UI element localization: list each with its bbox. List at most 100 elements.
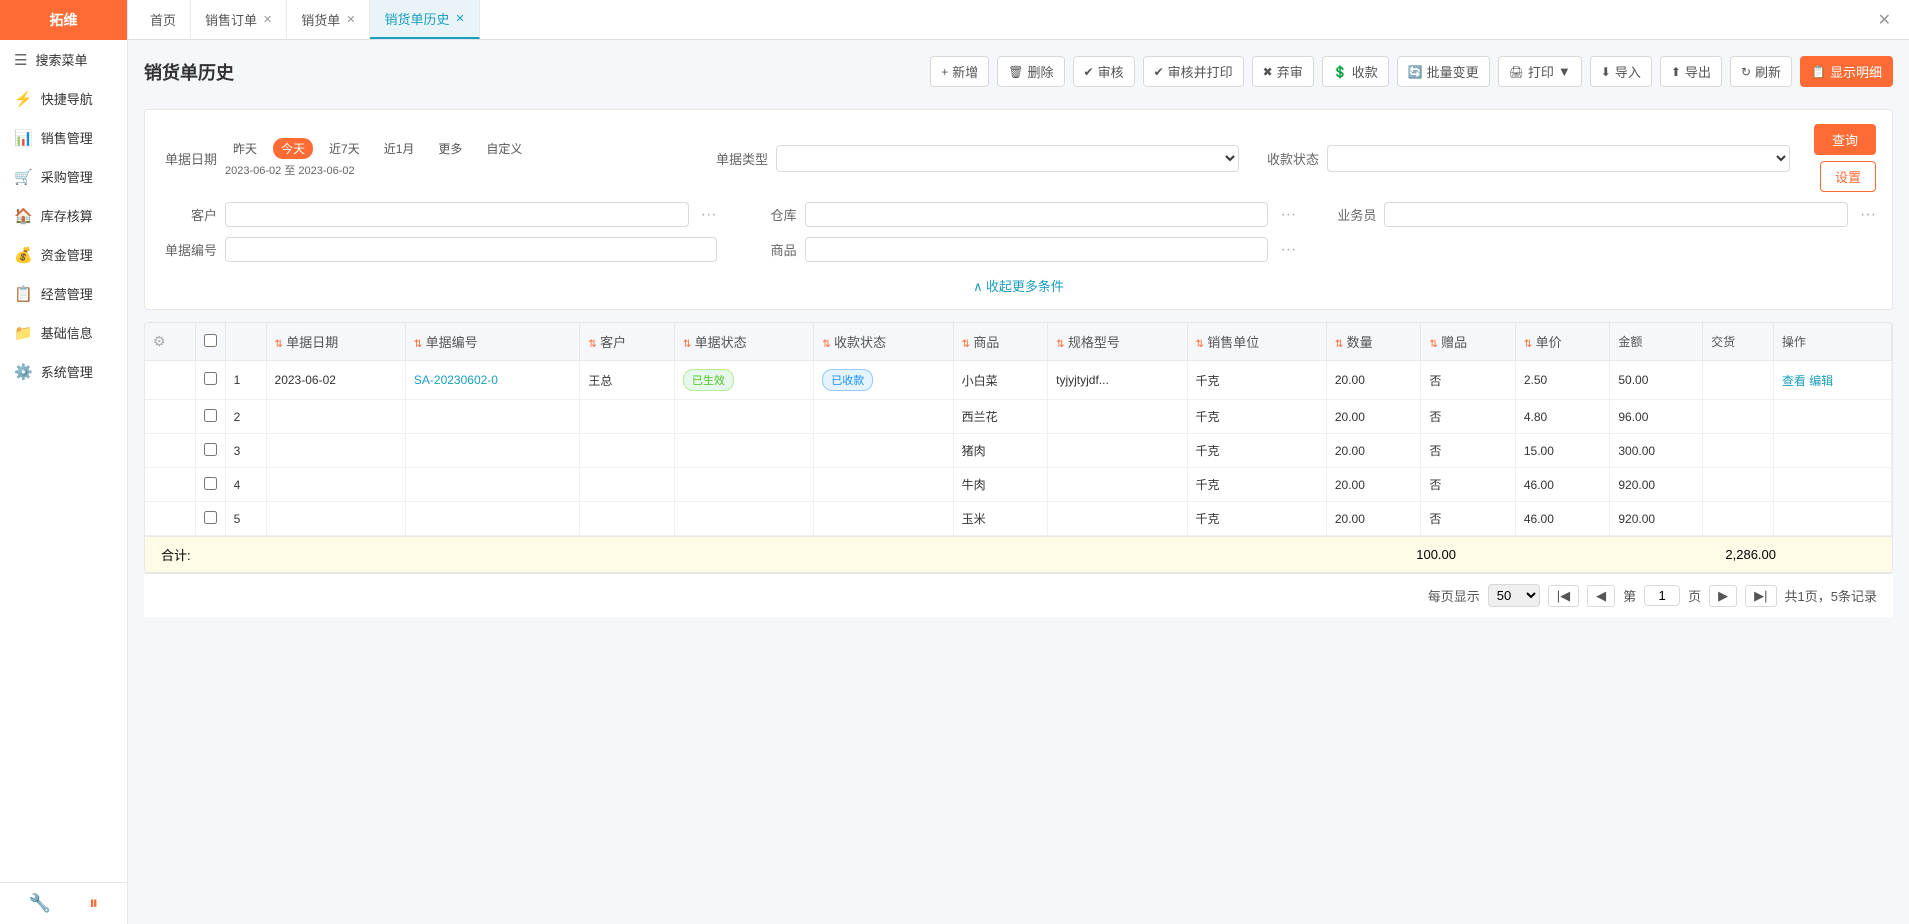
doc-number-link[interactable]: SA-20230602-0	[414, 373, 498, 387]
filter-panel: 单据日期 昨天 今天 近7天 近1月 更多 自定义 2023-06-02 至 2…	[144, 109, 1893, 310]
filter-receiptstatus-select[interactable]	[1327, 145, 1790, 172]
page-last-btn[interactable]: ▶|	[1745, 585, 1776, 607]
col-spec-model[interactable]: ⇅ 规格型号	[1048, 323, 1187, 361]
cell-actions	[1773, 468, 1891, 502]
tab-sales-order[interactable]: 销售订单 ✕	[191, 0, 287, 39]
col-unit-price[interactable]: ⇅ 单价	[1515, 323, 1610, 361]
page-prev-btn[interactable]: ◀	[1587, 585, 1615, 607]
page-title: 销货单历史	[144, 59, 234, 85]
row-checkbox-0[interactable]	[204, 372, 217, 385]
cell-quantity: 20.00	[1326, 434, 1421, 468]
receipt-status-badge: 已收款	[822, 369, 873, 391]
col-quantity[interactable]: ⇅ 数量	[1326, 323, 1421, 361]
show-detail-button[interactable]: 📋 显示明细	[1800, 56, 1893, 87]
sort-icon: ⇅	[588, 339, 596, 350]
sidebar-item-finance-mgmt[interactable]: 💰 资金管理	[0, 235, 127, 274]
col-gear[interactable]: ⚙	[145, 323, 195, 361]
col-doc-number[interactable]: ⇅ 单据编号	[405, 323, 579, 361]
col-customer[interactable]: ⇅ 客户	[580, 323, 675, 361]
filter-row-3: 单据编号 商品 ···	[161, 237, 1876, 262]
tab-sales-goods[interactable]: 销货单 ✕	[287, 0, 370, 39]
cell-amount: 920.00	[1610, 502, 1703, 536]
col-doc-status[interactable]: ⇅ 单据状态	[674, 323, 813, 361]
filter-doctype-select[interactable]	[776, 145, 1239, 172]
add-button[interactable]: + 新增	[930, 56, 989, 87]
collect-button[interactable]: 💲 收款	[1322, 56, 1389, 87]
sidebar-item-search-menu[interactable]: ☰ 搜索菜单	[0, 40, 127, 79]
tab-sales-goods-close[interactable]: ✕	[346, 13, 355, 26]
sidebar-item-system-mgmt[interactable]: ⚙️ 系统管理	[0, 352, 127, 391]
tab-sales-order-close[interactable]: ✕	[263, 13, 272, 26]
date-btn-more[interactable]: 更多	[430, 138, 470, 159]
delete-button[interactable]: 🗑 删除	[997, 56, 1064, 87]
query-button[interactable]: 查询	[1814, 124, 1876, 155]
sidebar-item-label: 经营管理	[41, 284, 93, 303]
page-first-btn[interactable]: |◀	[1548, 585, 1579, 607]
settings-button[interactable]: 设置	[1820, 161, 1876, 192]
page-number-input[interactable]	[1644, 585, 1680, 606]
page-next-btn[interactable]: ▶	[1709, 585, 1737, 607]
sidebar-item-ops-mgmt[interactable]: 📋 经营管理	[0, 274, 127, 313]
data-table: ⚙ ⇅ 单据日期 ⇅ 单据编号 ⇅ 客户 ⇅ 单据状态 ⇅ 收款状态 ⇅ 商品 …	[145, 323, 1892, 536]
row-checkbox-4[interactable]	[204, 511, 217, 524]
audit-print-button[interactable]: ✔ 审核并打印	[1143, 56, 1244, 87]
col-doc-date[interactable]: ⇅ 单据日期	[266, 323, 405, 361]
col-sales-unit[interactable]: ⇅ 销售单位	[1187, 323, 1326, 361]
date-btn-yesterday[interactable]: 昨天	[225, 138, 265, 159]
tab-home[interactable]: 首页	[136, 0, 191, 39]
per-page-select[interactable]: 50 20 100	[1488, 584, 1540, 607]
tabs-close-all[interactable]: ✕	[1868, 10, 1901, 30]
cell-gift: 否	[1421, 361, 1516, 400]
tab-sales-goods-history[interactable]: 销货单历史 ✕	[370, 0, 479, 39]
filter-warehouse-input[interactable]	[805, 202, 1269, 227]
filter-docnumber-input[interactable]	[225, 237, 717, 262]
row-checkbox-1[interactable]	[204, 409, 217, 422]
audit-button[interactable]: ✔ 审核	[1073, 56, 1135, 87]
cell-doc-date	[266, 502, 405, 536]
filter-salesperson-label: 业务员	[1320, 205, 1376, 224]
date-btn-today[interactable]: 今天	[273, 138, 313, 159]
filter-collapse-btn[interactable]: ∧ 收起更多条件	[161, 272, 1876, 295]
sidebar-item-label: 系统管理	[41, 362, 93, 381]
select-all-checkbox[interactable]	[204, 334, 217, 347]
customer-picker-icon[interactable]: ···	[701, 206, 717, 224]
sidebar-item-sales-mgmt[interactable]: 📊 销售管理	[0, 118, 127, 157]
import-button[interactable]: ⬇ 导入	[1590, 56, 1652, 87]
filter-salesperson-input[interactable]	[1384, 202, 1848, 227]
row-checkbox-2[interactable]	[204, 443, 217, 456]
sidebar-settings-icon[interactable]: 🔧	[29, 893, 51, 914]
cell-doc-status: 已生效	[674, 361, 813, 400]
print-button[interactable]: 🖨 打印 ▼	[1498, 56, 1582, 87]
date-btn-custom[interactable]: 自定义	[478, 138, 530, 159]
table-gear-icon[interactable]: ⚙	[153, 333, 166, 349]
table-row: 3 猪肉 千克 20.00 否 15.00 300.00	[145, 434, 1892, 468]
cell-amount: 300.00	[1610, 434, 1703, 468]
abandon-button[interactable]: ✖ 弃审	[1252, 56, 1314, 87]
tab-sales-goods-history-close[interactable]: ✕	[456, 12, 465, 25]
filter-goods-input[interactable]	[805, 237, 1269, 262]
sidebar-item-purchase-mgmt[interactable]: 🛒 采购管理	[0, 157, 127, 196]
goods-picker-icon[interactable]: ···	[1280, 241, 1296, 259]
col-receipt-status[interactable]: ⇅ 收款状态	[814, 323, 953, 361]
ops-icon: 📋	[14, 285, 33, 303]
sidebar-item-basic-info[interactable]: 📁 基础信息	[0, 313, 127, 352]
date-btn-7days[interactable]: 近7天	[321, 138, 368, 159]
col-gift[interactable]: ⇅ 赠品	[1421, 323, 1516, 361]
batch-change-button[interactable]: 🔄 批量变更	[1397, 56, 1490, 87]
sidebar-item-inventory[interactable]: 🏠 库存核算	[0, 196, 127, 235]
cell-customer: 王总	[580, 361, 675, 400]
tab-sales-goods-history-label: 销货单历史	[384, 9, 449, 28]
sidebar-item-quick-nav[interactable]: ⚡ 快捷导航	[0, 79, 127, 118]
warehouse-picker-icon[interactable]: ···	[1280, 206, 1296, 224]
salesperson-picker-icon[interactable]: ···	[1860, 206, 1876, 224]
export-button[interactable]: ⬆ 导出	[1660, 56, 1722, 87]
date-btn-1month[interactable]: 近1月	[376, 138, 423, 159]
filter-customer-input[interactable]	[225, 202, 689, 227]
cell-checkbox	[195, 434, 225, 468]
refresh-button[interactable]: ↻ 刷新	[1730, 56, 1792, 87]
col-goods[interactable]: ⇅ 商品	[953, 323, 1048, 361]
row-checkbox-3[interactable]	[204, 477, 217, 490]
action-查看[interactable]: 查看	[1782, 374, 1806, 388]
action-编辑[interactable]: 编辑	[1809, 374, 1833, 388]
sidebar-collapse-icon[interactable]: ⏸	[89, 893, 98, 914]
